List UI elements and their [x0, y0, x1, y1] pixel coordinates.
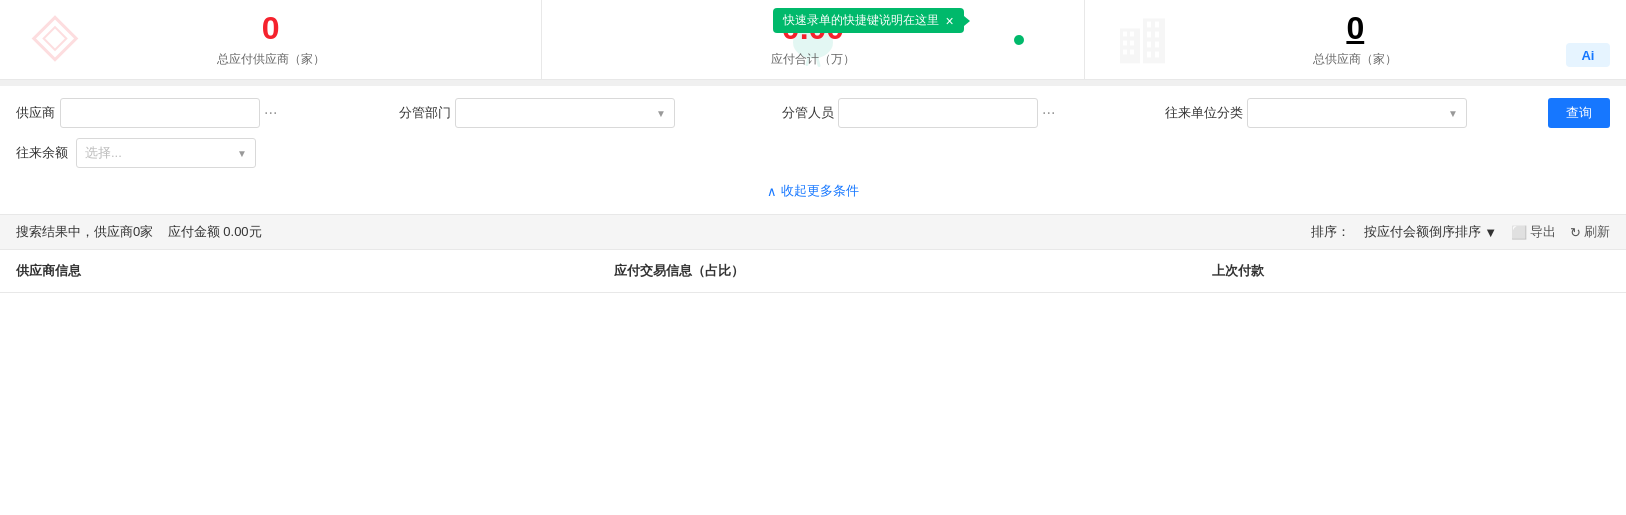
- supplier-label: 供应商: [16, 104, 56, 122]
- results-supplier-count: 搜索结果中，供应商0家: [16, 224, 153, 239]
- supplier-more-btn[interactable]: ···: [264, 104, 277, 122]
- results-summary: 搜索结果中，供应商0家 应付金额 0.00元: [16, 223, 262, 241]
- svg-rect-11: [1130, 31, 1134, 36]
- dept-label: 分管部门: [399, 104, 451, 122]
- query-button[interactable]: 查询: [1548, 98, 1610, 128]
- refresh-label: 刷新: [1584, 223, 1610, 241]
- stat-payable-total: 0.00 应付合计（万） 快速录单的快捷键说明在这里 ×: [542, 0, 1084, 79]
- filter-row-1: 供应商 ··· 分管部门 ▼ 分管人员 ··· 往来单位分类 ▼: [16, 98, 1610, 128]
- svg-rect-23: [1147, 51, 1151, 57]
- table-body: [0, 293, 1626, 515]
- unit-category-group: 往来单位分类 ▼: [1165, 98, 1540, 128]
- export-icon: ⬜: [1511, 225, 1527, 240]
- total-suppliers-label: 总供应商（家）: [1313, 51, 1397, 68]
- svg-rect-21: [1147, 41, 1151, 47]
- tooltip-text: 快速录单的快捷键说明在这里: [783, 12, 939, 29]
- top-stats-bar: 0 总应付供应商（家） 0.00 应付合计（万） 快速录单的快捷键说明在这里 ×: [0, 0, 1626, 80]
- filter-row-2: 往来余额 选择... ▼: [16, 138, 1610, 168]
- balance-placeholder: 选择...: [85, 144, 237, 162]
- export-label: 导出: [1530, 223, 1556, 241]
- svg-rect-18: [1155, 21, 1159, 27]
- svg-rect-14: [1123, 49, 1127, 54]
- svg-rect-19: [1147, 31, 1151, 37]
- payable-suppliers-count: 0: [262, 11, 280, 46]
- svg-rect-9: [1120, 28, 1140, 63]
- total-suppliers-count: 0: [1346, 11, 1364, 46]
- tooltip-dot: [1014, 35, 1024, 45]
- balance-label: 往来余额: [16, 144, 68, 162]
- refresh-icon: ↻: [1570, 225, 1581, 240]
- person-input[interactable]: [838, 98, 1038, 128]
- unit-category-label: 往来单位分类: [1165, 104, 1243, 122]
- quick-entry-tooltip: 快速录单的快捷键说明在这里 ×: [773, 8, 963, 33]
- sort-chevron-icon: ▼: [1484, 225, 1497, 240]
- svg-rect-24: [1155, 51, 1159, 57]
- filter-area: 供应商 ··· 分管部门 ▼ 分管人员 ··· 往来单位分类 ▼: [0, 86, 1626, 215]
- results-bar: 搜索结果中，供应商0家 应付金额 0.00元 排序： 按应付会额倒序排序 ▼ ⬜…: [0, 215, 1626, 250]
- balance-select[interactable]: 选择... ▼: [76, 138, 256, 168]
- person-group: 分管人员 ···: [782, 98, 1157, 128]
- dept-group: 分管部门 ▼: [399, 98, 774, 128]
- export-button[interactable]: ⬜ 导出: [1511, 223, 1556, 241]
- svg-rect-10: [1123, 31, 1127, 36]
- svg-rect-20: [1155, 31, 1159, 37]
- stat-total-suppliers: 0 总供应商（家） Ai: [1085, 0, 1626, 79]
- balance-chevron-icon: ▼: [237, 148, 247, 159]
- dept-chevron-icon: ▼: [656, 108, 666, 119]
- dept-select[interactable]: ▼: [455, 98, 675, 128]
- svg-rect-15: [1130, 49, 1134, 54]
- svg-rect-1: [44, 27, 67, 50]
- tooltip-close-btn[interactable]: ×: [945, 14, 953, 28]
- th-supplier: 供应商信息: [16, 262, 614, 280]
- svg-rect-13: [1130, 40, 1134, 45]
- building-icon: [1115, 13, 1175, 63]
- th-last-payment: 上次付款: [1212, 262, 1611, 280]
- supplier-input[interactable]: [60, 98, 260, 128]
- svg-rect-17: [1147, 21, 1151, 27]
- payable-suppliers-label: 总应付供应商（家）: [217, 51, 325, 68]
- table-header: 供应商信息 应付交易信息（占比） 上次付款: [0, 250, 1626, 293]
- refresh-button[interactable]: ↻ 刷新: [1570, 223, 1610, 241]
- more-conditions-row: ∧ 收起更多条件: [16, 176, 1610, 210]
- payable-total-label: 应付合计（万）: [771, 51, 855, 68]
- supplier-group: 供应商 ···: [16, 98, 391, 128]
- more-conditions-btn[interactable]: ∧ 收起更多条件: [767, 182, 859, 200]
- person-label: 分管人员: [782, 104, 834, 122]
- diamond-icon: [30, 13, 80, 63]
- results-right-controls: 排序： 按应付会额倒序排序 ▼ ⬜ 导出 ↻ 刷新: [1311, 223, 1610, 241]
- results-amount-summary: 应付金额 0.00元: [168, 224, 262, 239]
- sort-value-btn[interactable]: 按应付会额倒序排序 ▼: [1364, 223, 1497, 241]
- svg-rect-22: [1155, 41, 1159, 47]
- more-conditions-label: 收起更多条件: [781, 182, 859, 200]
- unit-category-chevron-icon: ▼: [1448, 108, 1458, 119]
- more-conditions-icon: ∧: [767, 184, 777, 199]
- unit-category-select[interactable]: ▼: [1247, 98, 1467, 128]
- person-more-btn[interactable]: ···: [1042, 104, 1055, 122]
- sort-value-text: 按应付会额倒序排序: [1364, 223, 1481, 241]
- svg-rect-0: [34, 17, 76, 59]
- svg-rect-16: [1143, 18, 1165, 63]
- th-transaction: 应付交易信息（占比）: [614, 262, 1212, 280]
- ai-badge[interactable]: Ai: [1566, 43, 1610, 67]
- sort-label: 排序：: [1311, 223, 1350, 241]
- stat-payable-suppliers: 0 总应付供应商（家）: [0, 0, 542, 79]
- svg-rect-12: [1123, 40, 1127, 45]
